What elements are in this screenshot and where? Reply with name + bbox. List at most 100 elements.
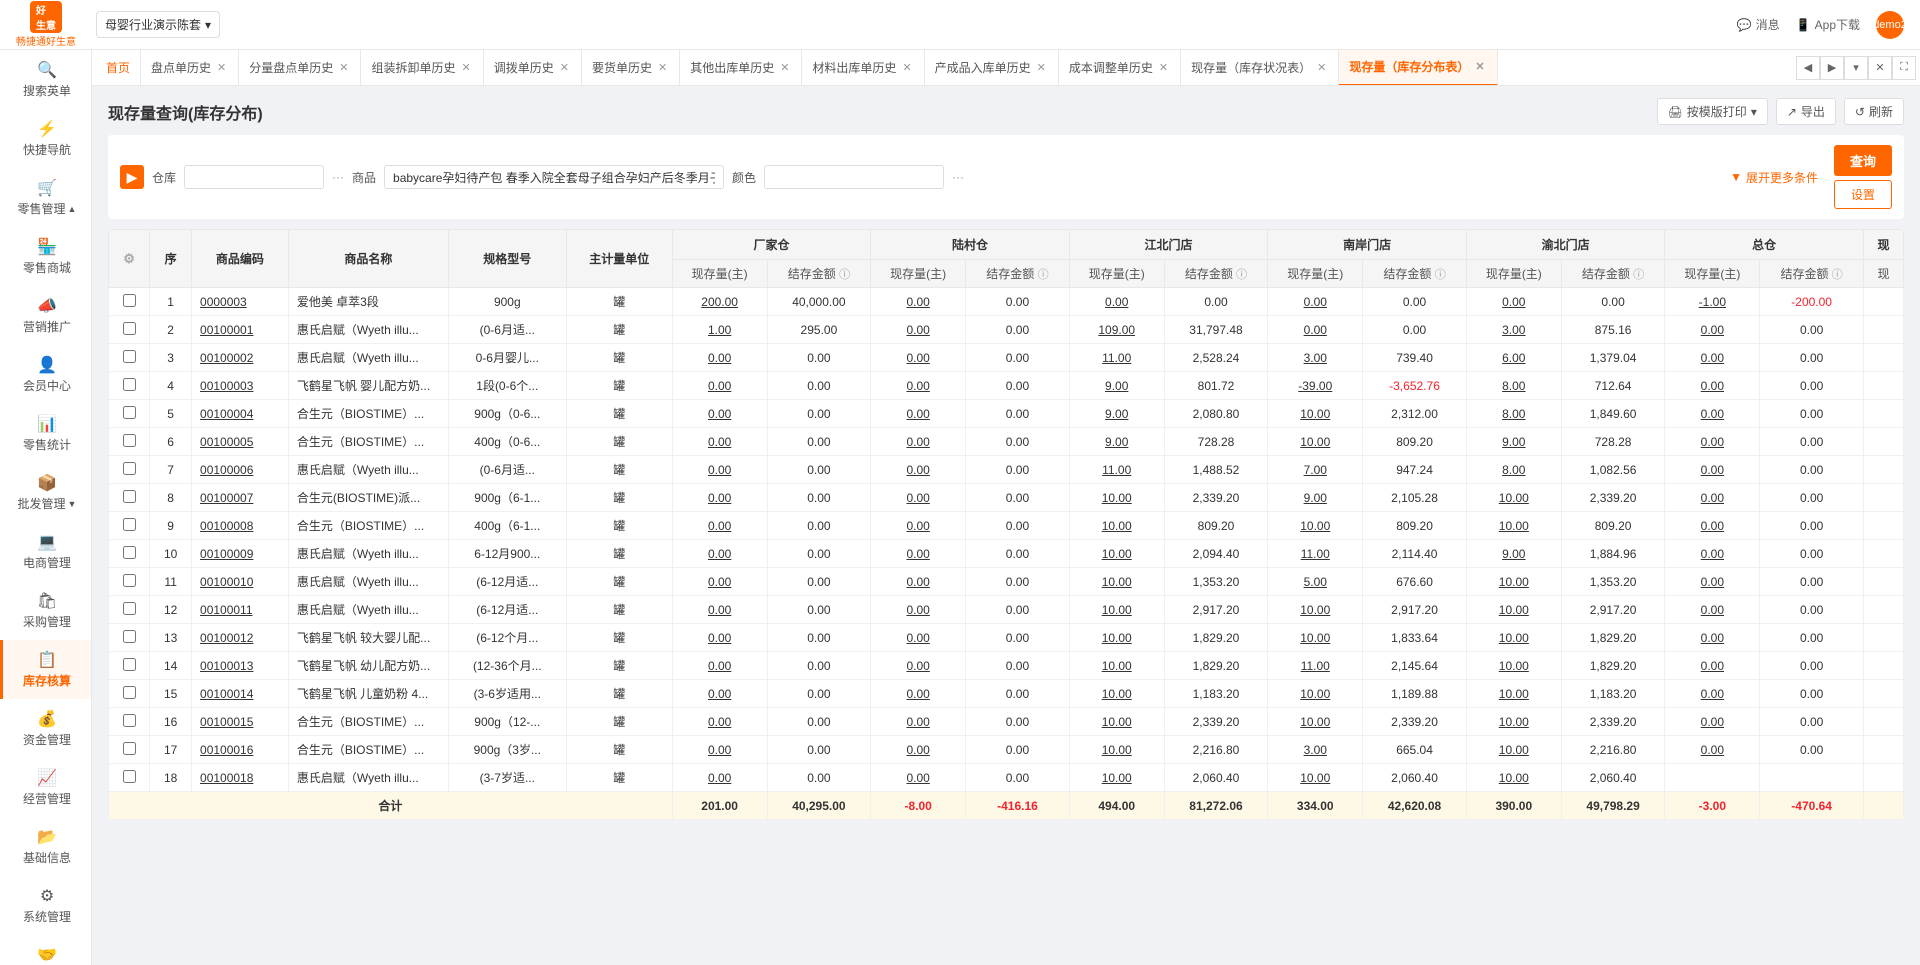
tab-materialout-close[interactable]: ✕ — [900, 60, 913, 75]
tab-assembly-close[interactable]: ✕ — [460, 60, 473, 75]
row-unit: 罐 — [566, 512, 672, 540]
row-checkbox[interactable] — [109, 736, 150, 764]
sidebar-item-finance[interactable]: 💰 资金管理 — [0, 699, 91, 758]
row-yubei-amt: 712.64 — [1561, 372, 1665, 400]
row-checkbox[interactable] — [109, 456, 150, 484]
row-no: 3 — [150, 344, 192, 372]
setting-btn[interactable]: 设置 — [1834, 180, 1892, 209]
sidebar-item-ecommerce[interactable]: 💻 电商管理 — [0, 522, 91, 581]
row-checkbox[interactable] — [109, 652, 150, 680]
row-checkbox[interactable] — [109, 764, 150, 792]
print-btn[interactable]: 🖨 按模版打印 ▾ — [1657, 98, 1768, 125]
tab-transfer-close[interactable]: ✕ — [558, 60, 571, 75]
tab-stockcount[interactable]: 盘点单历史 ✕ — [141, 50, 239, 86]
tab-distcount-close[interactable]: ✕ — [337, 60, 350, 75]
row-checkbox[interactable] — [109, 596, 150, 624]
info-icon[interactable]: ⓘ — [1038, 269, 1049, 281]
row-code: 00100008 — [192, 512, 289, 540]
sidebar-item-member[interactable]: 👤 会员中心 — [0, 345, 91, 404]
sidebar-item-search[interactable]: 🔍 搜索英单 — [0, 50, 91, 109]
row-checkbox[interactable] — [109, 680, 150, 708]
tab-productsin-close[interactable]: ✕ — [1035, 60, 1048, 75]
row-lu-qty: 0.00 — [871, 456, 966, 484]
row-checkbox[interactable] — [109, 512, 150, 540]
tab-costadjust[interactable]: 成本调整单历史 ✕ — [1059, 50, 1181, 86]
sidebar-item-purchase[interactable]: 🛍 采购管理 — [0, 581, 91, 640]
row-unit: 罐 — [566, 568, 672, 596]
row-now-qty — [1863, 652, 1903, 680]
tab-assembly[interactable]: 组装拆卸单历史 ✕ — [361, 50, 483, 86]
color-dots[interactable]: ··· — [952, 170, 964, 184]
message-btn[interactable]: 💬 消息 — [1737, 16, 1780, 33]
info-icon[interactable]: ⓘ — [1832, 269, 1843, 281]
tab-stockdist[interactable]: 现存量（库存分布表） ✕ — [1339, 50, 1497, 86]
tab-materialout[interactable]: 材料出库单历史 ✕ — [802, 50, 924, 86]
tab-stockdist-close[interactable]: ✕ — [1473, 59, 1486, 74]
row-checkbox[interactable] — [109, 400, 150, 428]
tab-next-btn[interactable]: ▶ — [1820, 56, 1844, 80]
row-checkbox[interactable] — [109, 708, 150, 736]
tab-menu-btn[interactable]: ▾ — [1844, 56, 1868, 80]
row-total-qty: 0.00 — [1665, 652, 1760, 680]
sidebar-item-marketing[interactable]: 📣 营销推广 — [0, 286, 91, 345]
row-lu-amt: 0.00 — [966, 680, 1070, 708]
tab-demand[interactable]: 要货单历史 ✕ — [582, 50, 680, 86]
export-btn[interactable]: ↗ 导出 — [1776, 98, 1836, 125]
sidebar-item-retailstat[interactable]: 📊 零售统计 — [0, 404, 91, 463]
sidebar-item-retailshop[interactable]: 🏪 零售商城 — [0, 227, 91, 286]
sidebar-item-basic[interactable]: 📂 基础信息 — [0, 817, 91, 876]
tab-costadjust-close[interactable]: ✕ — [1157, 60, 1170, 75]
row-checkbox[interactable] — [109, 316, 150, 344]
avatar[interactable]: demo2 — [1876, 11, 1904, 39]
row-checkbox[interactable] — [109, 344, 150, 372]
row-total-amt: 0.00 — [1760, 568, 1864, 596]
row-checkbox[interactable] — [109, 568, 150, 596]
industry-selector[interactable]: 母婴行业演示陈套 ▾ — [96, 11, 220, 38]
color-input[interactable] — [764, 165, 944, 189]
tab-home[interactable]: 首页 — [96, 50, 141, 86]
refresh-btn[interactable]: ↺ 刷新 — [1844, 98, 1904, 125]
col-gear[interactable]: ⚙ — [109, 230, 150, 288]
info-icon[interactable]: ⓘ — [839, 269, 850, 281]
sidebar-item-operation[interactable]: 📈 经营管理 — [0, 758, 91, 817]
row-checkbox[interactable] — [109, 428, 150, 456]
row-checkbox[interactable] — [109, 372, 150, 400]
info-icon[interactable]: ⓘ — [1633, 269, 1644, 281]
expand-more-btn[interactable]: ▼ 展开更多条件 — [1730, 169, 1818, 186]
tab-stocktable-close[interactable]: ✕ — [1315, 60, 1328, 75]
sidebar-item-system[interactable]: ⚙ 系统管理 — [0, 876, 91, 935]
tab-productsin[interactable]: 产成品入库单历史 ✕ — [925, 50, 1059, 86]
row-checkbox[interactable] — [109, 484, 150, 512]
tab-otherout-close[interactable]: ✕ — [778, 60, 791, 75]
sidebar-item-collab[interactable]: 🤝 企业协同 — [0, 935, 91, 965]
tab-prev-btn[interactable]: ◀ — [1796, 56, 1820, 80]
row-now-qty — [1863, 736, 1903, 764]
info-icon[interactable]: ⓘ — [1236, 269, 1247, 281]
tab-fullscreen-btn[interactable]: ⛶ — [1892, 56, 1916, 80]
tab-otherout[interactable]: 其他出库单历史 ✕ — [680, 50, 802, 86]
sidebar-item-wholesale[interactable]: 📦 批发管理 ▼ — [0, 463, 91, 522]
sidebar-item-retail[interactable]: 🛒 零售管理 ▲ — [0, 168, 91, 227]
filter-expand-btn[interactable]: ▶ — [120, 165, 144, 189]
row-total-qty: -1.00 — [1665, 288, 1760, 316]
sidebar-item-quicknav[interactable]: ⚡ 快捷导航 — [0, 109, 91, 168]
row-checkbox[interactable] — [109, 540, 150, 568]
tab-transfer[interactable]: 调拨单历史 ✕ — [484, 50, 582, 86]
gear-icon[interactable]: ⚙ — [123, 251, 135, 266]
goods-input[interactable] — [384, 165, 724, 189]
row-code: 00100009 — [192, 540, 289, 568]
tab-close-all-btn[interactable]: ✕ — [1868, 56, 1892, 80]
app-download-btn[interactable]: 📱 App下载 — [1796, 16, 1860, 33]
tab-demand-close[interactable]: ✕ — [656, 60, 669, 75]
info-icon[interactable]: ⓘ — [1435, 269, 1446, 281]
table-row: 7 00100006 惠氏启赋（Wyeth illu... (0-6月适... … — [109, 456, 1904, 484]
tab-stockcount-close[interactable]: ✕ — [215, 60, 228, 75]
warehouse-dots[interactable]: ··· — [332, 170, 344, 184]
sidebar-item-inventory[interactable]: 📋 库存核算 — [0, 640, 91, 699]
row-checkbox[interactable] — [109, 288, 150, 316]
warehouse-input[interactable] — [184, 165, 324, 189]
query-btn[interactable]: 查询 — [1834, 145, 1892, 176]
tab-distcount[interactable]: 分量盘点单历史 ✕ — [239, 50, 361, 86]
tab-stocktable[interactable]: 现存量（库存状况表） ✕ — [1181, 50, 1339, 86]
row-checkbox[interactable] — [109, 624, 150, 652]
